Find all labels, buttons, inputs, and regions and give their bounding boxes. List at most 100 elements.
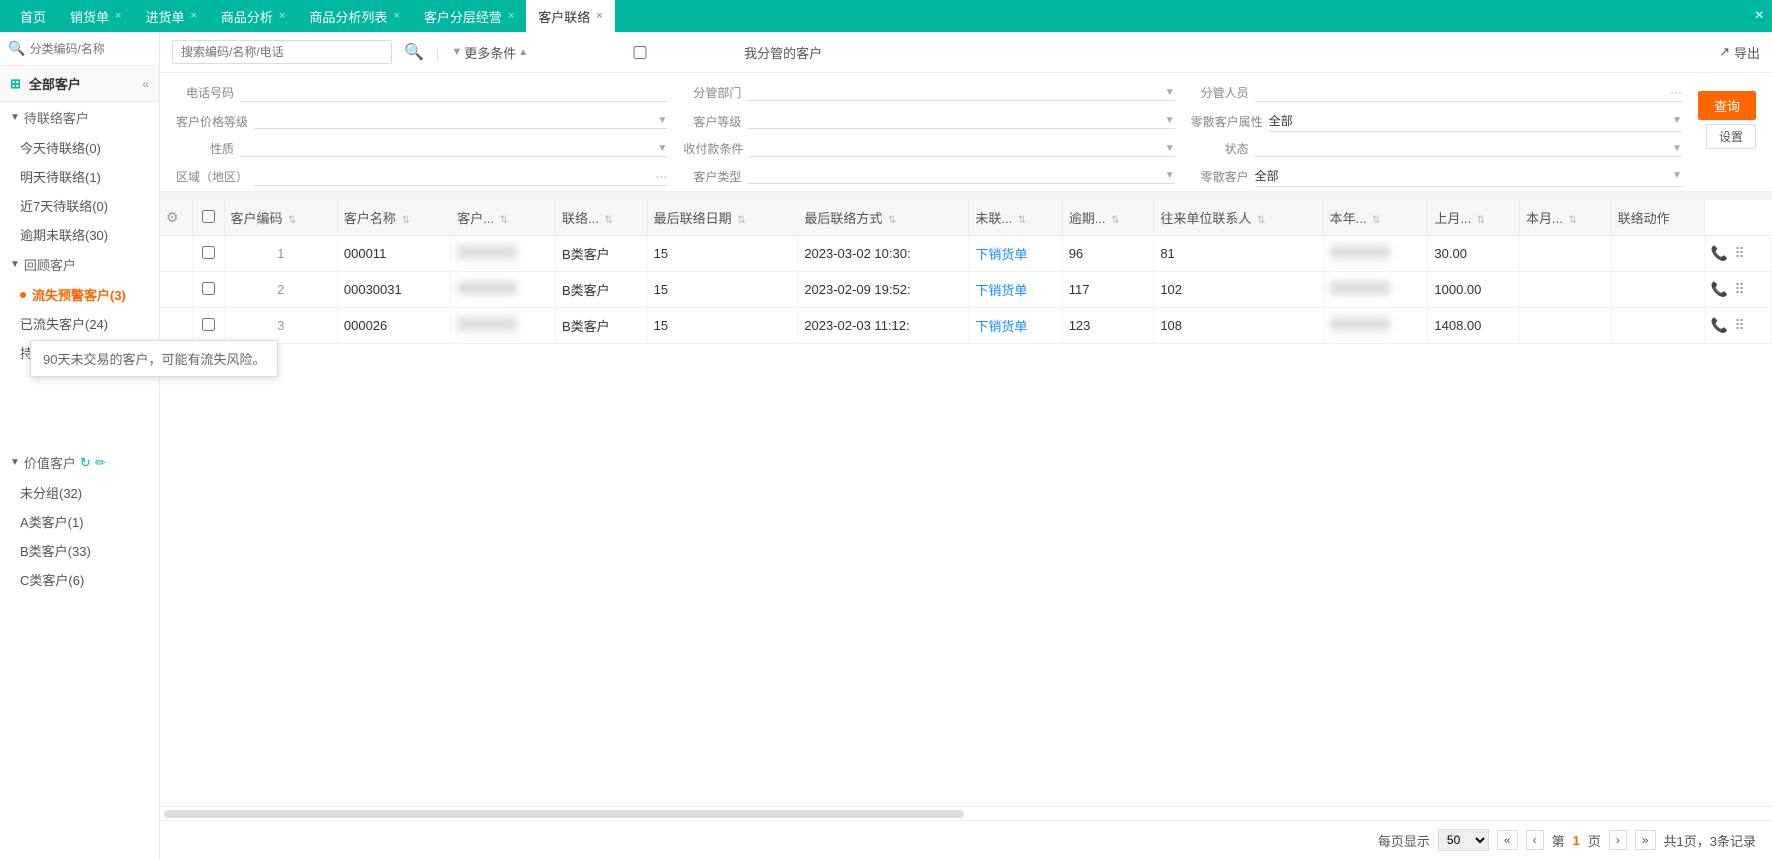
close-icon[interactable]: × xyxy=(279,10,285,22)
contact-icon[interactable]: 📞 xyxy=(1711,245,1728,262)
sidebar-item-ungrouped[interactable]: 未分组(32) xyxy=(0,478,159,507)
query-button[interactable]: 查询 xyxy=(1698,91,1756,120)
close-all-button[interactable]: × xyxy=(1755,7,1764,25)
next-page-button[interactable]: › xyxy=(1609,830,1627,850)
retail-customer-select[interactable]: 全部 ▼ xyxy=(1255,165,1682,187)
more-actions-icon[interactable]: ⠿ xyxy=(1734,317,1744,334)
tab-customer-tier[interactable]: 客户分层经营 × xyxy=(412,0,526,32)
first-page-button[interactable]: « xyxy=(1497,830,1518,850)
collapse-icon[interactable]: « xyxy=(142,77,149,91)
export-button[interactable]: ↗ 导出 xyxy=(1719,43,1760,62)
row-last-month xyxy=(1520,272,1612,308)
my-customers-check[interactable] xyxy=(540,46,740,59)
row-checkbox[interactable] xyxy=(202,246,215,259)
scrollbar-thumb[interactable] xyxy=(164,810,964,818)
row-checkbox[interactable] xyxy=(202,282,215,295)
col-this-month: 本月... ⇅ xyxy=(1520,200,1612,236)
sort-icon[interactable]: ⇅ xyxy=(1111,215,1119,226)
close-icon[interactable]: × xyxy=(508,10,514,22)
sidebar-group-pending[interactable]: ▼ 待联络客户 xyxy=(0,102,159,133)
tab-customer-contact[interactable]: 客户联络 × xyxy=(526,0,614,32)
retail-attr-select[interactable]: 全部 ▼ xyxy=(1269,110,1682,132)
sidebar-item-churned[interactable]: 已流失客户(24) xyxy=(0,309,159,338)
more-actions-icon[interactable]: ⠿ xyxy=(1734,245,1744,262)
more-actions-icon[interactable]: ⠿ xyxy=(1734,281,1744,298)
customer-tier-select[interactable]: ▼ xyxy=(747,113,1174,129)
sidebar-item-class-b[interactable]: B类客户(33) xyxy=(0,536,159,565)
nature-select[interactable]: ▼ xyxy=(240,141,667,157)
sidebar-item-churn-warning[interactable]: 流失预警客户(3) xyxy=(0,280,159,309)
price-tier-select[interactable]: ▼ xyxy=(254,113,667,129)
row-last-method[interactable]: 下销货单 xyxy=(969,236,1062,272)
horizontal-scrollbar[interactable] xyxy=(160,806,1772,820)
row-checkbox-cell[interactable] xyxy=(192,308,224,344)
close-icon[interactable]: × xyxy=(393,10,399,22)
tab-home[interactable]: 首页 xyxy=(8,0,58,32)
checkbox-column-header[interactable] xyxy=(192,200,224,236)
contact-icon[interactable]: 📞 xyxy=(1711,281,1728,298)
sidebar-all-customers[interactable]: ⊞ 全部客户 « xyxy=(0,66,159,102)
sort-icon[interactable]: ⇅ xyxy=(288,215,296,226)
region-select[interactable]: ··· xyxy=(254,167,667,186)
tab-product-analysis-list[interactable]: 商品分析列表 × xyxy=(297,0,411,32)
row-checkbox[interactable] xyxy=(202,318,215,331)
select-all-checkbox[interactable] xyxy=(202,210,215,223)
last-page-button[interactable]: » xyxy=(1635,830,1656,850)
sidebar-item-today-contact[interactable]: 今天待联络(0) xyxy=(0,133,159,162)
sort-icon[interactable]: ⇅ xyxy=(737,215,745,226)
search-input[interactable] xyxy=(172,40,392,64)
phone-input[interactable] xyxy=(240,83,667,102)
prev-page-button[interactable]: ‹ xyxy=(1526,830,1544,850)
payment-select[interactable]: ▼ xyxy=(749,141,1174,157)
sort-icon[interactable]: ⇅ xyxy=(1477,215,1485,226)
row-action[interactable]: 📞 ⠿ xyxy=(1704,272,1771,308)
per-page-select[interactable]: 50 100 200 xyxy=(1438,829,1489,851)
sort-icon[interactable]: ⇅ xyxy=(1372,215,1380,226)
row-last-method[interactable]: 下销货单 xyxy=(969,272,1062,308)
more-conditions-button[interactable]: ▼ 更多条件 ▲ xyxy=(451,43,528,62)
gear-icon[interactable]: ⚙ xyxy=(166,209,179,225)
refresh-icon[interactable]: ↻ xyxy=(80,455,91,471)
status-select[interactable]: ▼ xyxy=(1255,141,1682,157)
sort-icon[interactable]: ⇅ xyxy=(500,215,508,226)
sidebar-item-class-c[interactable]: C类客户(6) xyxy=(0,565,159,594)
sidebar-group-review[interactable]: ▼ 回顾客户 xyxy=(0,249,159,280)
tab-purchase-order[interactable]: 进货单 × xyxy=(133,0,208,32)
sort-icon[interactable]: ⇅ xyxy=(1018,215,1026,226)
row-checkbox-cell[interactable] xyxy=(192,272,224,308)
customer-type-select[interactable]: ▼ xyxy=(747,168,1174,184)
sidebar-search-input[interactable] xyxy=(29,42,160,56)
sort-icon[interactable]: ⇅ xyxy=(604,215,612,226)
sidebar-item-class-a[interactable]: A类客户(1) xyxy=(0,507,159,536)
sort-icon[interactable]: ⇅ xyxy=(888,215,896,226)
search-button[interactable]: 🔍 xyxy=(404,42,424,62)
dept-select[interactable]: ▼ xyxy=(747,85,1174,101)
chevron-down-icon: ▼ xyxy=(1672,143,1682,154)
row-checkbox-cell[interactable] xyxy=(192,236,224,272)
my-customers-checkbox[interactable]: 我分管的客户 xyxy=(540,43,822,62)
col-name: 客户名称 ⇅ xyxy=(337,200,450,236)
sort-icon[interactable]: ⇅ xyxy=(402,215,410,226)
gear-column-header[interactable]: ⚙ xyxy=(160,200,192,236)
settings-button[interactable]: 设置 xyxy=(1706,124,1756,149)
sort-icon[interactable]: ⇅ xyxy=(1568,215,1576,226)
sidebar-group-value[interactable]: ▼ 价值客户 ↻ ✏ xyxy=(0,447,159,478)
contact-icon[interactable]: 📞 xyxy=(1711,317,1728,334)
sidebar-item-overdue-contact[interactable]: 逾期未联络(30) xyxy=(0,220,159,249)
close-icon[interactable]: × xyxy=(596,10,602,22)
chevron-down-icon: ▼ xyxy=(1165,87,1175,98)
tab-sales-order[interactable]: 销货单 × xyxy=(58,0,133,32)
sort-icon[interactable]: ⇅ xyxy=(1257,215,1265,226)
tab-product-analysis[interactable]: 商品分析 × xyxy=(209,0,297,32)
close-icon[interactable]: × xyxy=(190,10,196,22)
dots-icon[interactable]: ··· xyxy=(655,169,667,183)
row-last-method[interactable]: 下销货单 xyxy=(969,308,1062,344)
manager-select[interactable]: ··· xyxy=(1255,83,1682,102)
sidebar-item-7day-contact[interactable]: 近7天待联络(0) xyxy=(0,191,159,220)
row-action[interactable]: 📞 ⠿ xyxy=(1704,236,1771,272)
edit-icon[interactable]: ✏ xyxy=(95,455,106,471)
close-icon[interactable]: × xyxy=(115,10,121,22)
sidebar-item-tomorrow-contact[interactable]: 明天待联络(1) xyxy=(0,162,159,191)
dots-icon[interactable]: ··· xyxy=(1670,85,1682,99)
row-action[interactable]: 📞 ⠿ xyxy=(1704,308,1771,344)
